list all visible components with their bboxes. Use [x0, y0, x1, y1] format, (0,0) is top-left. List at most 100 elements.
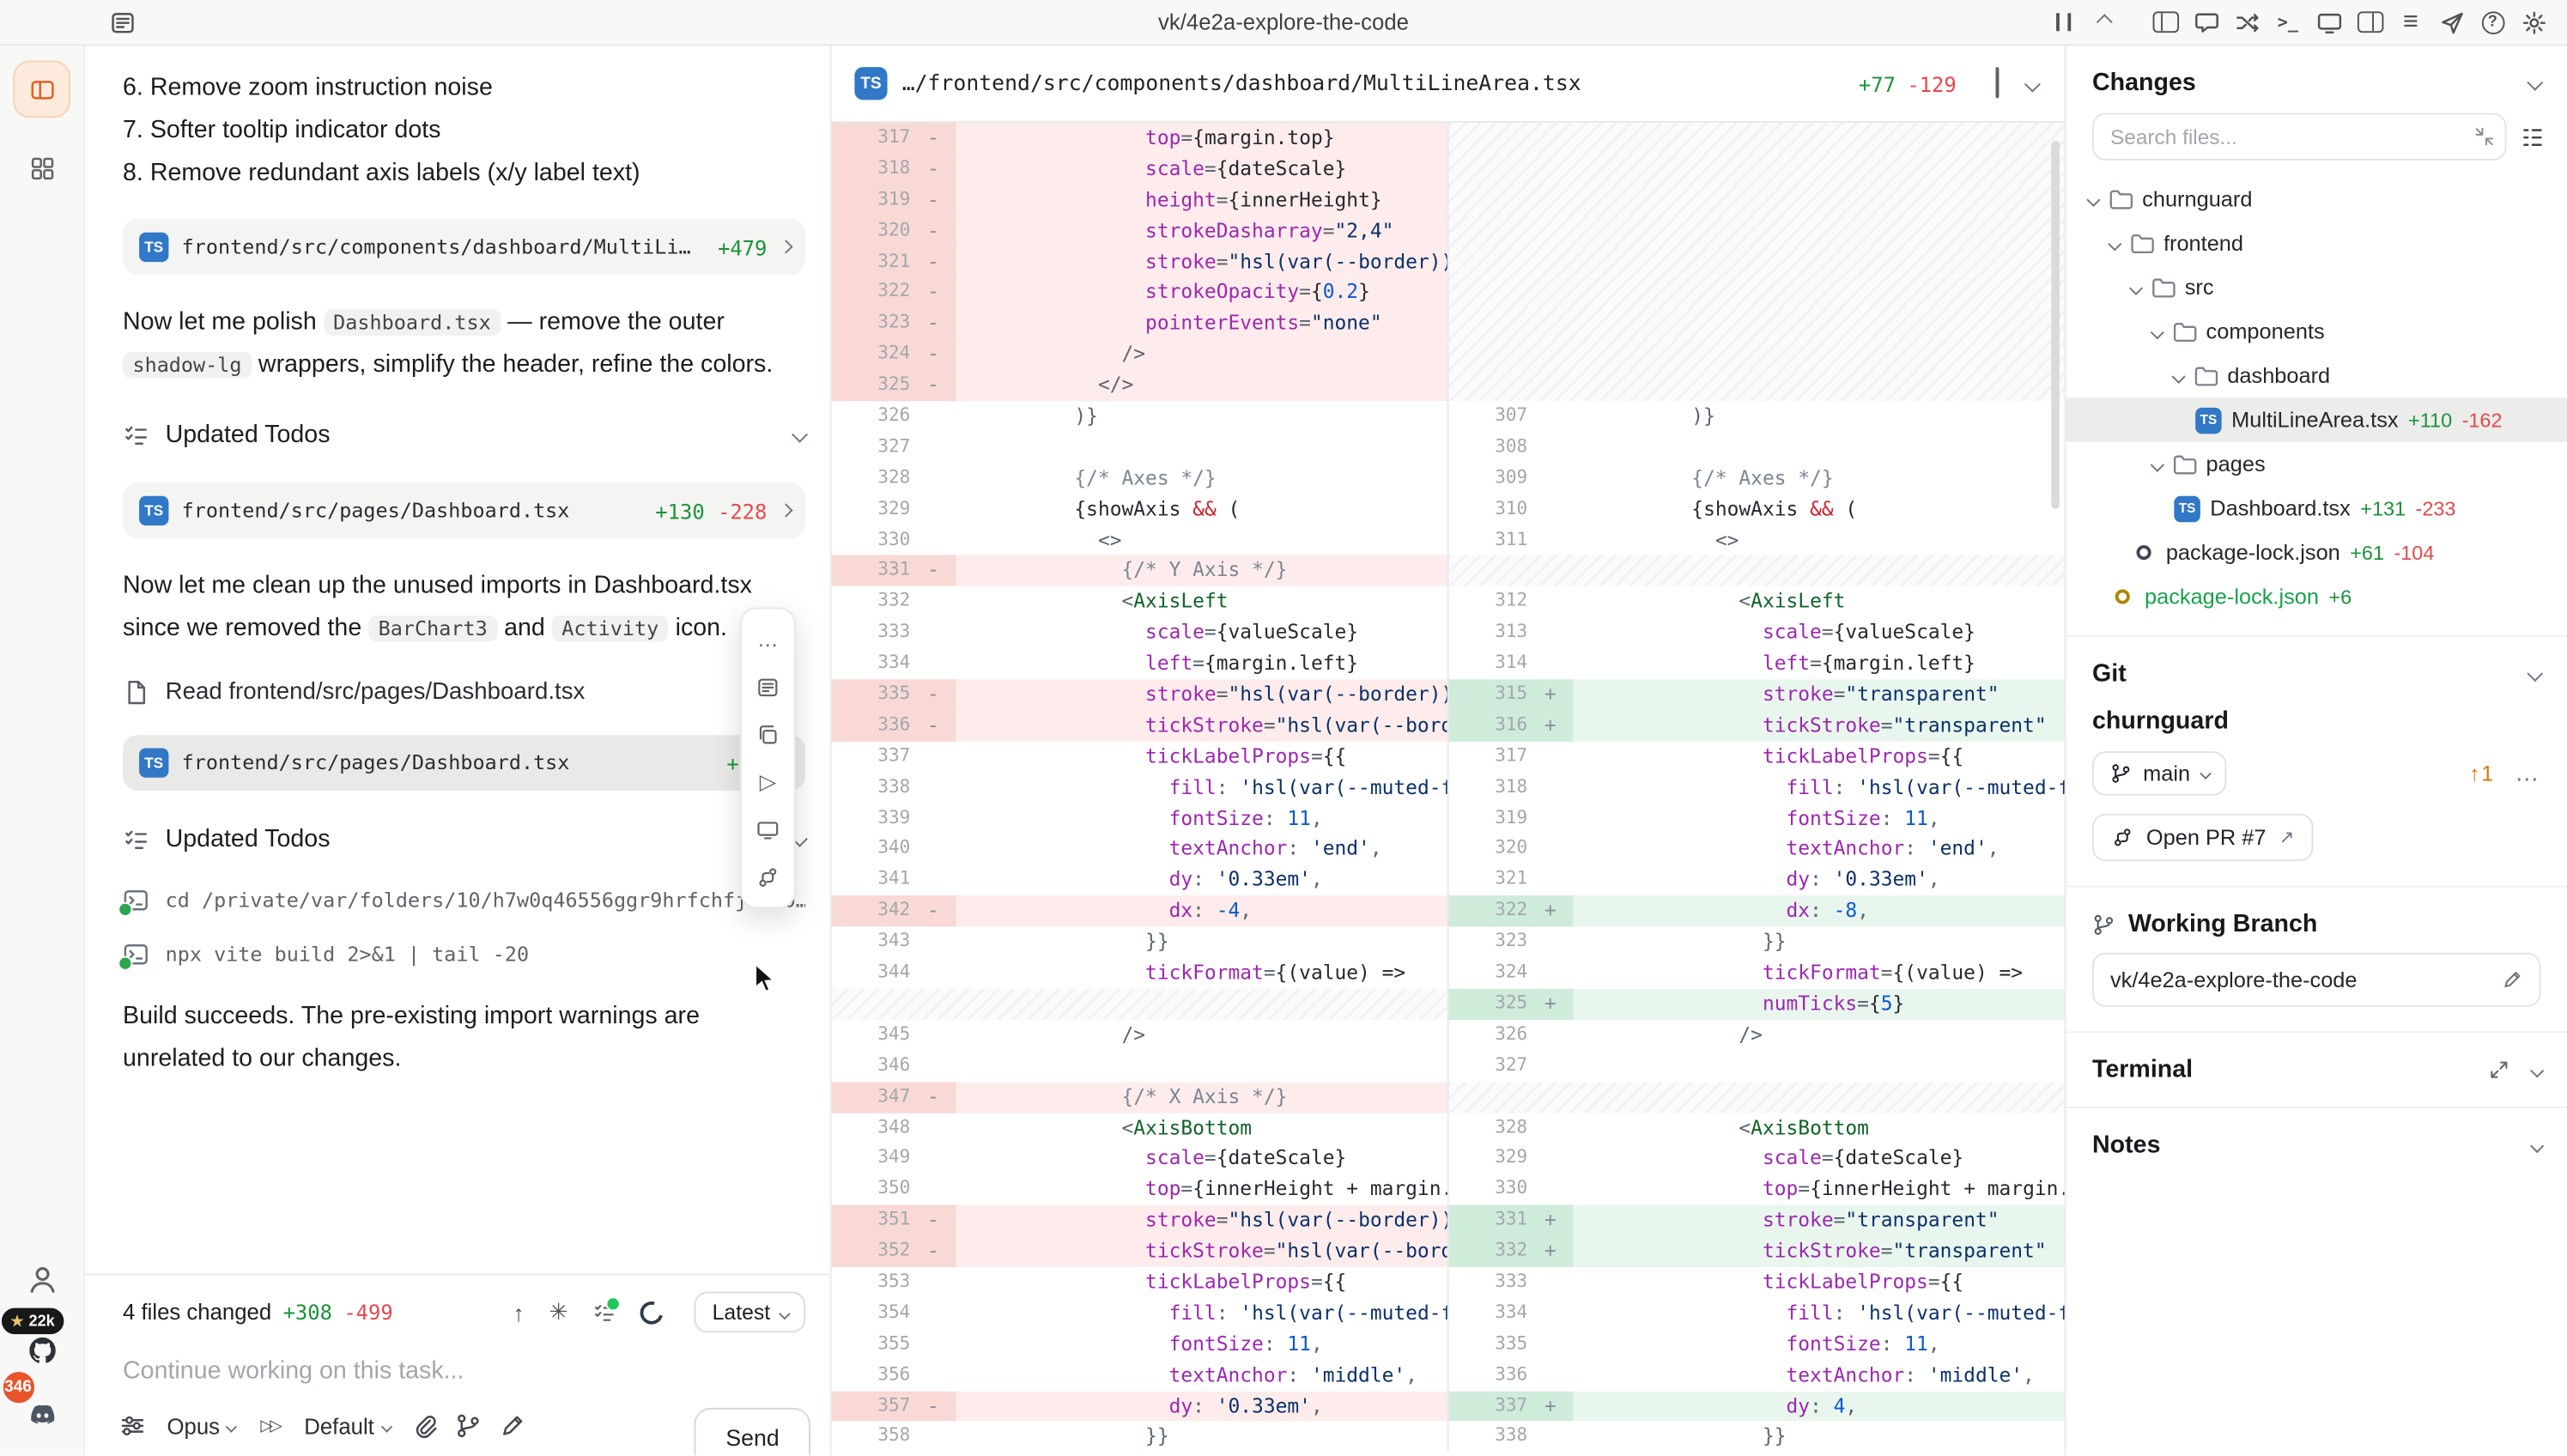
diff-row: 355 fontSize: 11,335 fontSize: 11,	[832, 1329, 2065, 1360]
terminal-section-header[interactable]: Terminal	[2066, 1031, 2567, 1107]
file-name: package-lock.json	[2166, 540, 2340, 565]
working-branch-field[interactable]: vk/4e2a-explore-the-code	[2092, 953, 2540, 1007]
tree-file-package-lock.json[interactable]: package-lock.json+6	[2066, 574, 2567, 618]
rail-board-button[interactable]	[13, 139, 70, 197]
pen-icon[interactable]	[493, 1407, 532, 1447]
display-icon[interactable]	[2309, 3, 2350, 42]
terminal-icon[interactable]: >_	[2267, 3, 2309, 42]
todos-indicator-icon[interactable]	[592, 1301, 616, 1325]
latest-dropdown[interactable]: Latest	[695, 1292, 806, 1333]
pause-icon[interactable]	[2043, 3, 2085, 42]
inline-diff-icon[interactable]	[745, 663, 791, 710]
more-icon[interactable]: …	[745, 616, 791, 663]
discord-link[interactable]: 346	[21, 1394, 64, 1437]
chevron-down-icon	[2527, 665, 2543, 682]
chat-icon[interactable]	[2186, 3, 2227, 42]
panel-right-icon[interactable]	[2349, 3, 2390, 42]
chat-transcript-panel: 6. Remove zoom instruction noise 7. Soft…	[85, 46, 832, 1456]
additions-count: +130	[655, 499, 704, 524]
tree-folder-components[interactable]: components	[2066, 309, 2567, 353]
menu-icon[interactable]: ≡	[2390, 3, 2431, 42]
notes-section-header[interactable]: Notes	[2066, 1107, 2567, 1182]
tree-file-Dashboard.tsx[interactable]: TSDashboard.tsx+131-233	[2066, 486, 2567, 530]
terminal-command-row[interactable]: cd /private/var/folders/10/h7w0q46556ggr…	[123, 888, 805, 914]
edit-pencil-icon[interactable]	[2502, 969, 2523, 991]
diff-row: 319- height={innerHeight}	[832, 185, 2065, 215]
tree-folder-churnguard[interactable]: churnguard	[2066, 177, 2567, 221]
discord-icon	[28, 1402, 55, 1429]
chevron-down-icon	[2530, 1064, 2543, 1077]
file-diff-chip-selected[interactable]: TS frontend/src/pages/Dashboard.tsx +1 -…	[123, 735, 805, 791]
updated-todos-row[interactable]: Updated Todos	[123, 825, 805, 852]
terminal-command-row[interactable]: npx vite build 2>&1 | tail -20	[123, 941, 805, 968]
todo-item: 8. Remove redundant axis labels (x/y lab…	[123, 152, 805, 195]
github-link[interactable]: ★22k	[21, 1330, 64, 1373]
file-diff-chip[interactable]: TS frontend/src/components/dashboard/Mul…	[123, 220, 805, 276]
tree-folder-pages[interactable]: pages	[2066, 442, 2567, 486]
diff-viewer: TS …/frontend/src/components/dashboard/M…	[832, 46, 2066, 1456]
diff-row: 356 textAnchor: 'middle',336 textAnchor:…	[832, 1360, 2065, 1391]
collapse-up-icon[interactable]	[2084, 3, 2125, 42]
tree-folder-frontend[interactable]: frontend	[2066, 221, 2567, 264]
diff-row: 337 tickLabelProps={{317 tickLabelProps=…	[832, 741, 2065, 772]
chevron-down-icon[interactable]	[2024, 76, 2041, 92]
compare-icon[interactable]	[745, 852, 791, 900]
file-path: frontend/src/pages/Dashboard.tsx	[182, 500, 642, 523]
expand-icon[interactable]	[2488, 1059, 2509, 1081]
run-icon[interactable]: ▷	[745, 758, 791, 805]
settings-sliders-icon[interactable]	[113, 1407, 153, 1447]
split-view-icon[interactable]	[1995, 69, 1999, 98]
collapse-tree-icon[interactable]	[2473, 126, 2495, 148]
todo-item: 7. Softer tooltip indicator dots	[123, 110, 805, 153]
transcript-scroll-area[interactable]: 6. Remove zoom instruction noise 7. Soft…	[85, 46, 830, 1274]
right-sidebar: Changes churnguardfrontendsrccomponents d…	[2066, 46, 2567, 1456]
search-input[interactable]	[2092, 113, 2506, 161]
chevron-down-icon	[2200, 768, 2211, 779]
settings-gear-icon[interactable]	[2513, 3, 2554, 42]
tree-file-package-lock.json[interactable]: package-lock.json+61-104	[2066, 531, 2567, 574]
branch-select[interactable]: main	[2092, 751, 2227, 795]
diff-file-path: …/frontend/src/components/dashboard/Mult…	[902, 71, 1581, 96]
arrow-up-icon[interactable]: ↑	[513, 1300, 525, 1326]
tree-file-MultiLineArea.tsx[interactable]: TSMultiLineArea.tsx+110-162	[2066, 397, 2567, 441]
ts-file-icon: TS	[2195, 407, 2222, 434]
open-pr-button[interactable]: Open PR #7 ↗	[2092, 814, 2314, 861]
share-icon[interactable]	[2431, 3, 2473, 42]
file-diff-chip[interactable]: TS frontend/src/pages/Dashboard.tsx +130…	[123, 483, 805, 539]
copy-icon[interactable]	[745, 711, 791, 758]
deletions-count: -162	[2462, 409, 2503, 432]
diff-row: 318- scale={dateScale}	[832, 154, 2065, 185]
mode-select[interactable]: Default	[294, 1410, 400, 1444]
git-section-header[interactable]: Git	[2066, 637, 2567, 704]
diff-row: 351- stroke="hsl(var(--border))"331+ str…	[832, 1205, 2065, 1236]
chevron-down-icon	[2130, 281, 2143, 294]
send-button[interactable]: Send	[695, 1408, 810, 1456]
account-button[interactable]	[13, 1252, 70, 1309]
terminal-run-icon	[123, 941, 149, 968]
shuffle-icon[interactable]	[2226, 3, 2267, 42]
changes-section-header[interactable]: Changes	[2066, 46, 2567, 112]
attach-icon[interactable]	[404, 1407, 444, 1447]
more-options-icon[interactable]: …	[2515, 760, 2541, 787]
message-input[interactable]	[123, 1358, 805, 1386]
diff-body[interactable]: 317- top={margin.top}318- scale={dateSca…	[832, 123, 2065, 1456]
tree-folder-dashboard[interactable]: dashboard	[2066, 354, 2567, 397]
app-window: vk/4e2a-explore-the-code >_ ≡ ? ★22k	[0, 0, 2567, 1456]
diff-row: 346327	[832, 1051, 2065, 1082]
scrollbar-thumb[interactable]	[2051, 141, 2060, 509]
read-file-row[interactable]: Read frontend/src/pages/Dashboard.tsx	[123, 679, 805, 706]
model-select[interactable]: Opus	[157, 1410, 246, 1444]
file-name: dashboard	[2227, 363, 2330, 388]
monitor-icon[interactable]	[745, 805, 791, 852]
help-icon[interactable]: ?	[2472, 3, 2513, 42]
folder-icon	[2151, 275, 2176, 300]
sparkle-icon[interactable]: ✳	[549, 1299, 567, 1326]
panel-left-icon[interactable]	[2145, 3, 2186, 42]
view-options-icon[interactable]	[2520, 124, 2546, 150]
branch-icon[interactable]	[449, 1407, 489, 1447]
fast-forward-icon[interactable]: ▷▷	[250, 1407, 289, 1447]
diff-header: TS …/frontend/src/components/dashboard/M…	[832, 46, 2065, 123]
tree-folder-src[interactable]: src	[2066, 265, 2567, 309]
updated-todos-row[interactable]: Updated Todos	[123, 421, 805, 448]
rail-workspace-button[interactable]	[13, 61, 70, 118]
